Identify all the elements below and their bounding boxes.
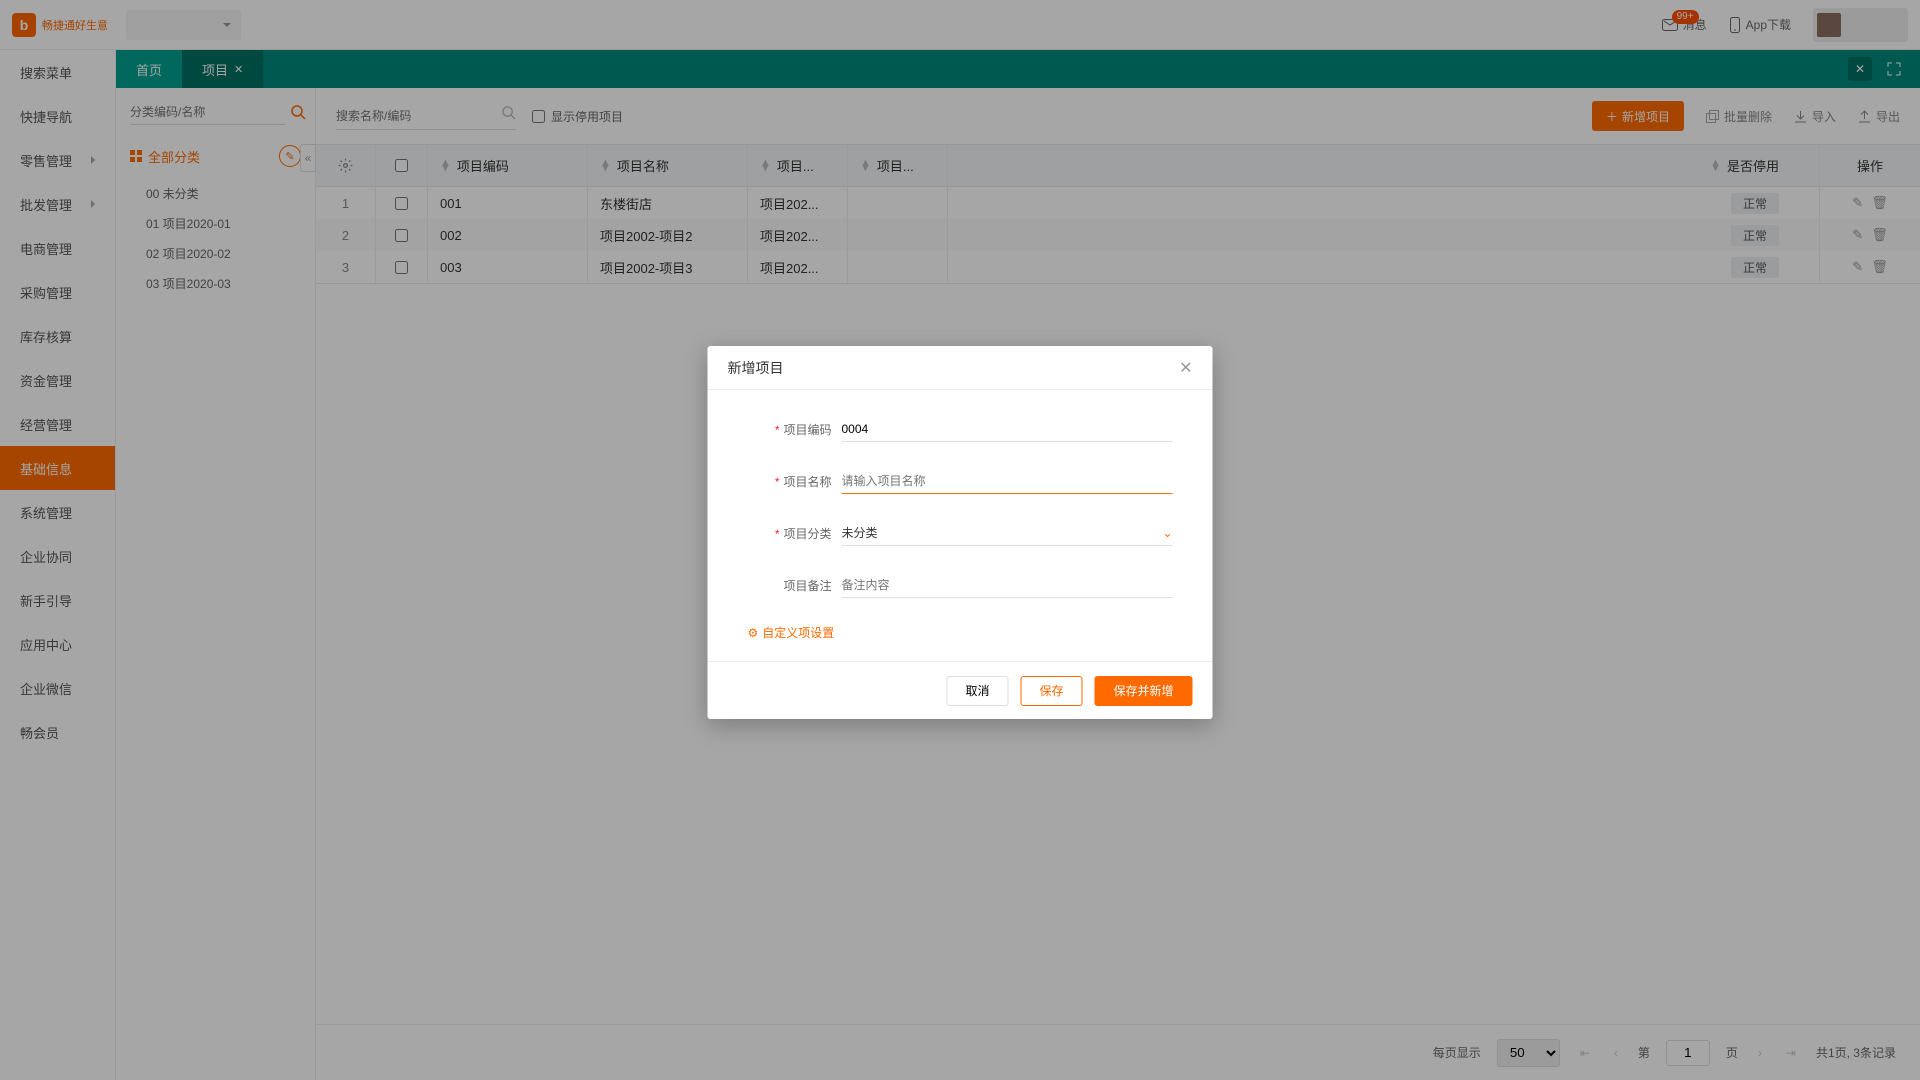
save-and-add-button[interactable]: 保存并新增 <box>1094 676 1192 706</box>
modal-close-button[interactable]: ✕ <box>1179 358 1192 378</box>
field-label-note: 项目备注 <box>748 577 832 594</box>
field-label-category: *项目分类 <box>748 525 832 542</box>
add-project-modal: 新增项目 ✕ *项目编码 *项目名称 *项目分类 未分类 ⌄ 项目备注 ⚙ 自定… <box>708 346 1213 719</box>
cancel-button[interactable]: 取消 <box>946 676 1008 706</box>
custom-fields-link[interactable]: ⚙ 自定义项设置 <box>748 624 1173 641</box>
project-code-input[interactable] <box>842 416 1173 442</box>
project-category-select[interactable]: 未分类 ⌄ <box>842 520 1173 546</box>
project-name-input[interactable] <box>842 468 1173 494</box>
chevron-down-icon: ⌄ <box>1162 526 1172 540</box>
gear-icon: ⚙ <box>748 626 759 640</box>
field-label-name: *项目名称 <box>748 473 832 490</box>
field-label-code: *项目编码 <box>748 421 832 438</box>
save-button[interactable]: 保存 <box>1020 676 1082 706</box>
modal-title: 新增项目 <box>728 358 784 378</box>
project-note-input[interactable] <box>842 572 1173 598</box>
